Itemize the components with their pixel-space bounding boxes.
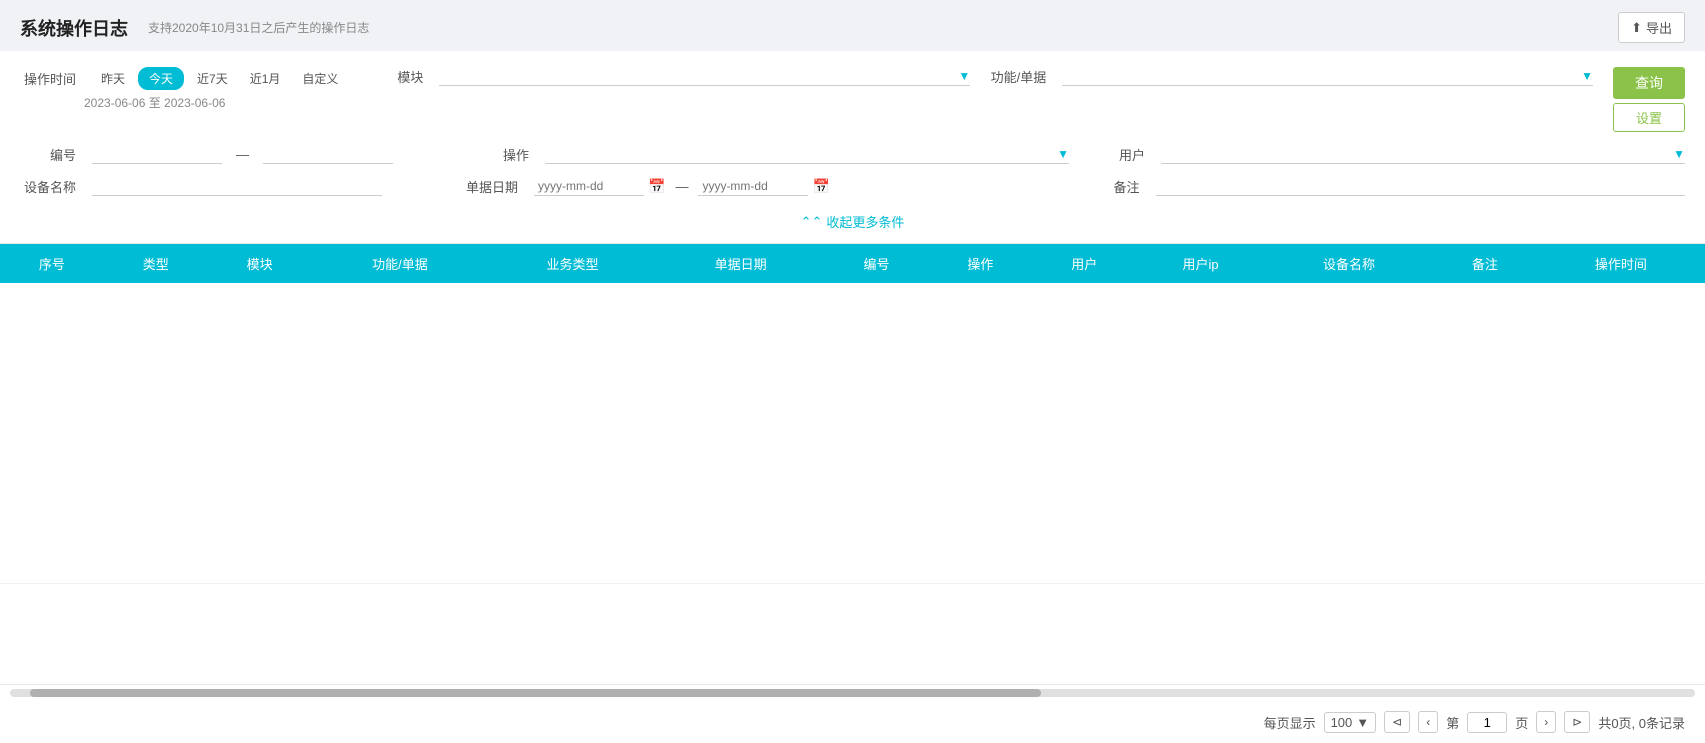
col-operation: 操作 [928, 244, 1032, 283]
export-icon: ⬆ [1631, 20, 1642, 36]
page-subtitle: 支持2020年10月31日之后产生的操作日志 [148, 19, 369, 36]
horizontal-scrollbar[interactable] [0, 684, 1705, 701]
feature-label: 功能/单据 [990, 67, 1046, 86]
page-title: 系统操作日志 [20, 15, 128, 41]
col-user-ip: 用户ip [1136, 244, 1265, 283]
first-page-button[interactable]: ⊲ [1384, 711, 1410, 733]
time-btn-7days[interactable]: 近7天 [188, 67, 237, 90]
table-body [0, 283, 1705, 583]
page-number-input[interactable] [1467, 712, 1507, 733]
total-records: 共0页, 0条记录 [1598, 713, 1685, 732]
collapse-button[interactable]: ⌃⌃ 收起更多条件 [801, 212, 905, 231]
number-start-input[interactable] [92, 144, 222, 164]
col-feature: 功能/单据 [311, 244, 488, 283]
time-label: 操作时间 [20, 69, 76, 88]
col-module: 模块 [208, 244, 312, 283]
operation-arrow-icon: ▼ [1057, 147, 1069, 161]
col-doc-date: 单据日期 [657, 244, 825, 283]
table-header-row: 序号 类型 模块 功能/单据 业务类型 单据日期 编号 操作 用户 用户ip 设… [0, 244, 1705, 283]
operation-label: 操作 [473, 145, 529, 164]
settings-button[interactable]: 设置 [1613, 103, 1685, 132]
doc-date-label: 单据日期 [462, 177, 518, 196]
calendar-start-icon[interactable]: 📅 [648, 178, 665, 195]
page-unit: 页 [1515, 713, 1528, 732]
user-select[interactable]: ▼ [1161, 145, 1685, 164]
time-btn-1month[interactable]: 近1月 [241, 67, 290, 90]
device-input[interactable] [92, 176, 382, 196]
per-page-arrow-icon: ▼ [1356, 715, 1369, 730]
calendar-end-icon[interactable]: 📅 [812, 178, 829, 195]
prev-page-button[interactable]: ‹ [1418, 711, 1438, 733]
feature-select[interactable]: ▼ [1062, 67, 1593, 86]
time-btn-custom[interactable]: 自定义 [293, 67, 347, 90]
remark-input[interactable] [1156, 176, 1686, 196]
operation-select[interactable]: ▼ [545, 145, 1069, 164]
next-page-button[interactable]: › [1536, 711, 1556, 733]
module-select[interactable]: ▼ [439, 67, 970, 86]
export-label: 导出 [1646, 18, 1672, 37]
module-arrow-icon: ▼ [958, 69, 970, 83]
col-op-time: 操作时间 [1537, 244, 1705, 283]
col-index: 序号 [0, 244, 104, 283]
module-label: 模块 [367, 67, 423, 86]
data-table: 序号 类型 模块 功能/单据 业务类型 单据日期 编号 操作 用户 用户ip 设… [0, 244, 1705, 584]
last-page-button[interactable]: ⊳ [1564, 711, 1590, 733]
page-label: 第 [1446, 713, 1459, 732]
col-remark: 备注 [1433, 244, 1537, 283]
col-device: 设备名称 [1265, 244, 1433, 283]
per-page-label: 每页显示 [1264, 713, 1316, 732]
col-biz-type: 业务类型 [488, 244, 656, 283]
remark-label: 备注 [1084, 177, 1140, 196]
collapse-label: 收起更多条件 [826, 212, 904, 231]
collapse-up-icon: ⌃⌃ [801, 214, 823, 230]
query-button[interactable]: 查询 [1613, 67, 1685, 99]
user-arrow-icon: ▼ [1673, 147, 1685, 161]
col-number: 编号 [825, 244, 929, 283]
device-label: 设备名称 [20, 177, 76, 196]
number-end-input[interactable] [263, 144, 393, 164]
doc-date-start-input[interactable] [534, 177, 644, 196]
number-dash: — [236, 147, 249, 162]
number-label: 编号 [20, 145, 76, 164]
col-user: 用户 [1032, 244, 1136, 283]
export-button[interactable]: ⬆ 导出 [1618, 12, 1685, 43]
time-range-display: 2023-06-06 至 2023-06-06 [84, 96, 225, 110]
doc-date-dash: — [675, 179, 688, 194]
doc-date-end-input[interactable] [698, 177, 808, 196]
per-page-select[interactable]: 100 ▼ [1324, 712, 1377, 733]
per-page-value: 100 [1331, 715, 1353, 730]
col-type: 类型 [104, 244, 208, 283]
time-btn-today[interactable]: 今天 [138, 67, 184, 90]
feature-arrow-icon: ▼ [1581, 69, 1593, 83]
time-btn-yesterday[interactable]: 昨天 [92, 67, 134, 90]
user-label: 用户 [1089, 145, 1145, 164]
